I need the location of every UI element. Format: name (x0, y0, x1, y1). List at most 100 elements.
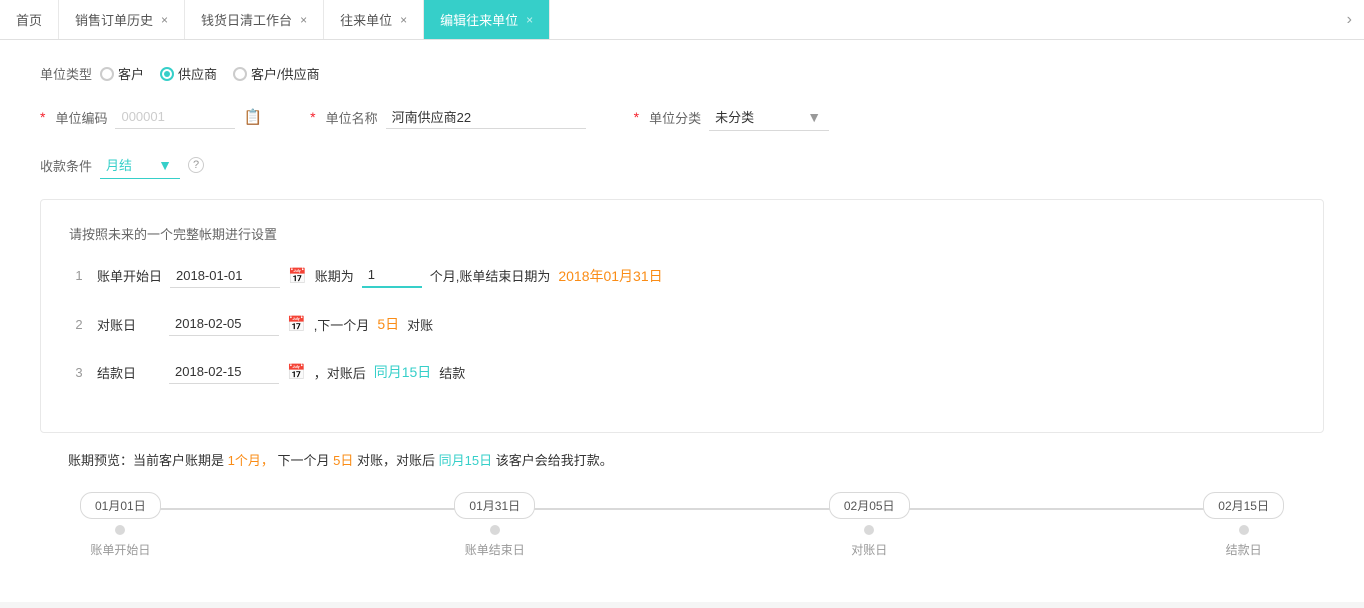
tab-sales-history[interactable]: 销售订单历史 × (59, 0, 185, 39)
node2-date: 01月31日 (454, 492, 535, 519)
radio-supplier[interactable]: 供应商 (160, 64, 217, 83)
preview-payment-day: 同月15日 (439, 453, 492, 468)
node4-dot (1239, 525, 1249, 535)
radio-both[interactable]: 客户/供应商 (233, 64, 320, 83)
timeline-nodes: 01月01日 账单开始日 01月31日 账单结束日 02月05日 对账日 02月… (80, 492, 1284, 558)
tab-cash-workbench[interactable]: 钱货日清工作台 × (185, 0, 324, 39)
row1-num: 1 (69, 268, 89, 283)
radio-both-circle (233, 67, 247, 81)
tab-sales-history-close[interactable]: × (161, 13, 168, 27)
preview-period: 1个月， (228, 453, 274, 468)
row3-text-after: 结款 (439, 363, 465, 382)
preview-section: 账期预览：当前客户账期是 1个月， 下一个月 5日 对账，对账后 同月15日 该… (40, 433, 1324, 472)
name-label: 单位名称 (326, 108, 378, 127)
row1-field-label: 账单开始日 (97, 266, 162, 285)
row3-calendar-icon[interactable]: 📅 (287, 363, 306, 381)
settings-panel: 请按照未来的一个完整帐期进行设置 1 账单开始日 📅 账期为 个月,账单结束日期… (40, 199, 1324, 433)
timeline-node-1: 01月01日 账单开始日 (80, 492, 161, 558)
question-icon[interactable]: ? (188, 157, 204, 173)
timeline-node-3: 02月05日 对账日 (829, 492, 910, 558)
node2-label: 账单结束日 (465, 541, 525, 558)
preview-label: 账期预览：当前客户账期是 (68, 453, 224, 468)
payment-label: 收款条件 (40, 156, 92, 175)
radio-customer[interactable]: 客户 (100, 64, 144, 83)
code-name-category-row: * 单位编码 📋 * 单位名称 * 单位分类 未分类 ▼ (40, 103, 1324, 131)
tab-edit-partner[interactable]: 编辑往来单位 × (424, 0, 550, 39)
row1-period-input[interactable] (362, 263, 422, 288)
tab-partner[interactable]: 往来单位 × (324, 0, 424, 39)
tab-cash-workbench-close[interactable]: × (300, 13, 307, 27)
payment-value: 月结 (100, 151, 180, 179)
payment-row: 收款条件 月结 ▼ ? (40, 151, 1324, 179)
preview-reconcile-prefix: 下一个月 (278, 453, 330, 468)
row3-num: 3 (69, 365, 89, 380)
row2-num: 2 (69, 317, 89, 332)
code-input[interactable] (115, 105, 235, 129)
row-account-start: 1 账单开始日 📅 账期为 个月,账单结束日期为 2018年01月31日 (69, 263, 1295, 288)
node1-date: 01月01日 (80, 492, 161, 519)
node1-dot (115, 525, 125, 535)
category-star: * (634, 109, 639, 125)
radio-supplier-label: 供应商 (178, 64, 217, 83)
radio-supplier-circle (160, 67, 174, 81)
main-content: 单位类型 客户 供应商 客户/供应商 * 单位编码 📋 * 单位名称 (0, 40, 1364, 602)
row1-period-unit: 个月,账单结束日期为 (430, 266, 551, 285)
row1-date-input[interactable] (170, 264, 280, 288)
tab-edit-partner-close[interactable]: × (526, 13, 533, 27)
row3-text-before: ，对账后 (314, 363, 366, 382)
node3-date: 02月05日 (829, 492, 910, 519)
tab-arrow[interactable]: › (1335, 0, 1364, 39)
row1-period-label: 账期为 (315, 266, 354, 285)
tab-partner-close[interactable]: × (400, 13, 407, 27)
row2-text-before: ,下一个月 (314, 315, 370, 334)
row2-day-highlight: 5日 (377, 314, 399, 334)
radio-customer-circle (100, 67, 114, 81)
timeline-container: 01月01日 账单开始日 01月31日 账单结束日 02月05日 对账日 02月… (40, 472, 1324, 578)
tab-home[interactable]: 首页 (0, 0, 59, 39)
node3-label: 对账日 (851, 541, 887, 558)
node4-label: 结款日 (1226, 541, 1262, 558)
row2-calendar-icon[interactable]: 📅 (287, 315, 306, 333)
code-calendar-icon[interactable]: 📋 (243, 108, 262, 126)
radio-group: 客户 供应商 客户/供应商 (100, 64, 320, 83)
row2-field-label: 对账日 (97, 315, 161, 334)
unit-type-row: 单位类型 客户 供应商 客户/供应商 (40, 64, 1324, 83)
tab-cash-workbench-label: 钱货日清工作台 (201, 10, 292, 29)
name-input[interactable] (386, 105, 586, 129)
tab-partner-label: 往来单位 (340, 10, 392, 29)
row3-date-input[interactable] (169, 360, 279, 384)
tab-bar: 首页 销售订单历史 × 钱货日清工作台 × 往来单位 × 编辑往来单位 × › (0, 0, 1364, 40)
radio-customer-label: 客户 (118, 64, 144, 83)
code-star: * (40, 109, 45, 125)
tab-home-label: 首页 (16, 10, 42, 29)
node1-label: 账单开始日 (90, 541, 150, 558)
preview-reconcile-suffix: 对账，对账后 (357, 453, 435, 468)
tab-sales-history-label: 销售订单历史 (75, 10, 153, 29)
row1-period-end: 2018年01月31日 (558, 266, 662, 286)
row2-date-input[interactable] (169, 312, 279, 336)
timeline-node-4: 02月15日 结款日 (1203, 492, 1284, 558)
category-dropdown-wrap: 未分类 ▼ (709, 103, 829, 131)
node4-date: 02月15日 (1203, 492, 1284, 519)
payment-dropdown-wrap[interactable]: 月结 ▼ (100, 151, 180, 179)
name-star: * (310, 109, 315, 125)
radio-both-label: 客户/供应商 (251, 64, 320, 83)
preview-suffix: 该客户会给我打款。 (496, 453, 613, 468)
node2-dot (490, 525, 500, 535)
row1-calendar-icon[interactable]: 📅 (288, 267, 307, 285)
preview-text: 账期预览：当前客户账期是 1个月， 下一个月 5日 对账，对账后 同月15日 该… (68, 449, 1296, 472)
row-reconcile: 2 对账日 📅 ,下一个月 5日 对账 (69, 312, 1295, 336)
row3-field-label: 结款日 (97, 363, 161, 382)
panel-title: 请按照未来的一个完整帐期进行设置 (69, 224, 1295, 243)
category-value: 未分类 (709, 103, 829, 131)
node3-dot (864, 525, 874, 535)
row3-day-highlight: 同月15日 (374, 362, 432, 382)
row-payment: 3 结款日 📅 ，对账后 同月15日 结款 (69, 360, 1295, 384)
unit-type-label: 单位类型 (40, 64, 92, 83)
timeline-node-2: 01月31日 账单结束日 (454, 492, 535, 558)
row2-text-after: 对账 (407, 315, 433, 334)
category-label: 单位分类 (649, 108, 701, 127)
preview-reconcile-day: 5日 (333, 453, 353, 468)
tab-edit-partner-label: 编辑往来单位 (440, 10, 518, 29)
code-label: 单位编码 (55, 108, 107, 127)
